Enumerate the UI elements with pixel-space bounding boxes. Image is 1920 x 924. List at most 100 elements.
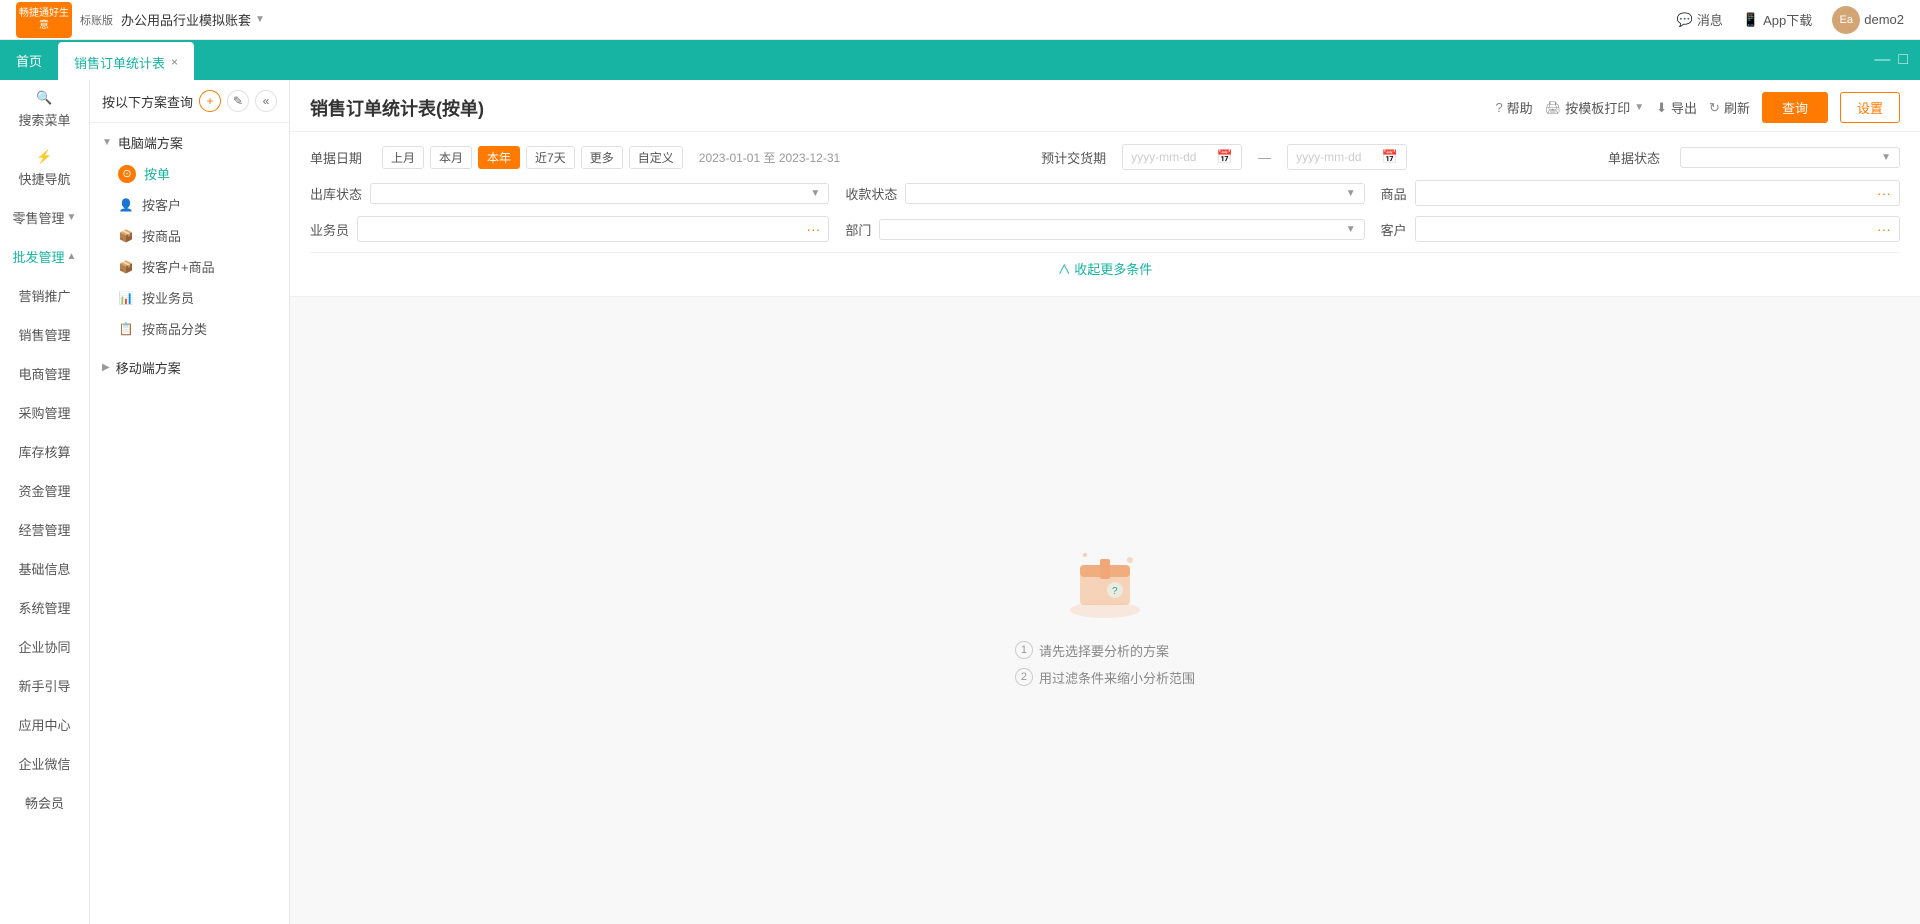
svg-text:?: ? (1112, 586, 1118, 597)
tab-home[interactable]: 首页 (0, 40, 58, 80)
sidebar-item-basic-info[interactable]: 基础信息 (0, 549, 89, 588)
print-icon: 🖨 (1545, 100, 1562, 116)
salesperson-select[interactable]: ··· (357, 216, 829, 242)
edit-scheme-btn[interactable]: ✎ (227, 90, 249, 112)
calendar-start-icon: 📅 (1217, 149, 1233, 165)
sidebar-item-apps[interactable]: 应用中心 (0, 705, 89, 744)
export-btn[interactable]: ⬇ 导出 (1656, 98, 1697, 117)
status-select-arrow-icon: ▼ (1881, 152, 1891, 163)
status-label: 单据状态 (1608, 148, 1664, 167)
sidebar: 🔍 搜索菜单 ⚡ 快捷导航 零售管理 ▼ 批发管理 ▲ 营销推广 销售管理 电商… (0, 80, 90, 924)
content-area: 按以下方案查询 + ✎ « ▼ 电脑端方案 ⊙ 按单 👤 按客户 (90, 80, 1920, 924)
sidebar-item-finance[interactable]: 资金管理 (0, 471, 89, 510)
sidebar-item-wechat[interactable]: 企业微信 (0, 744, 89, 783)
user-profile[interactable]: Ea demo2 (1832, 6, 1904, 34)
empty-illustration: ? (1055, 535, 1155, 625)
expected-date-start-input[interactable]: yyyy-mm-dd 📅 (1122, 144, 1242, 170)
sidebar-item-system[interactable]: 系统管理 (0, 588, 89, 627)
goods-field: 商品 ··· (1381, 180, 1900, 206)
scheme-group-mobile-header[interactable]: ▶ 移动端方案 (90, 352, 289, 383)
payment-status-select[interactable]: ▼ (905, 183, 1364, 204)
sidebar-item-wholesale[interactable]: 批发管理 ▲ (0, 237, 89, 276)
this-year-btn[interactable]: 本年 (478, 146, 520, 169)
help-btn[interactable]: ? 帮助 (1495, 98, 1532, 117)
tab-sales-order-stats[interactable]: 销售订单统计表 × (58, 42, 194, 82)
sidebar-item-marketing[interactable]: 营销推广 (0, 276, 89, 315)
sidebar-item-quicknav[interactable]: ⚡ 快捷导航 (0, 139, 89, 198)
logo-subtitle: 标账版 (80, 12, 113, 28)
refresh-icon: ↻ (1709, 100, 1720, 116)
scheme-group-desktop-header[interactable]: ▼ 电脑端方案 (90, 127, 289, 158)
scheme-item-by-customer[interactable]: 👤 按客户 (90, 189, 289, 220)
prev-month-btn[interactable]: 上月 (382, 146, 424, 169)
scheme-item-by-customer-goods[interactable]: 📦 按客户+商品 (90, 251, 289, 282)
empty-state: ? 1 请先选择要分析的方案 2 (290, 297, 1920, 924)
out-status-field: 出库状态 ▼ (310, 183, 829, 204)
refresh-btn[interactable]: ↻ 刷新 (1709, 98, 1750, 117)
payment-status-field: 收款状态 ▼ (845, 183, 1364, 204)
topbar-right: 💬 消息 📱 App下载 Ea demo2 (1677, 6, 1904, 34)
logo: 畅捷通好生意 (16, 2, 72, 38)
template-print-btn[interactable]: 🖨 按模板打印 ▼ (1545, 98, 1644, 117)
sidebar-item-member[interactable]: 畅会员 (0, 783, 89, 822)
scheme-panel-header: 按以下方案查询 + ✎ « (90, 80, 289, 123)
salesperson-more-icon[interactable]: ··· (806, 221, 820, 237)
scheme-panel-title: 按以下方案查询 (102, 92, 193, 111)
sidebar-item-purchase[interactable]: 采购管理 (0, 393, 89, 432)
app-download-btn[interactable]: 📱 App下载 (1743, 10, 1812, 29)
expected-date-label: 预计交货期 (1041, 148, 1106, 167)
filter-row-3: 业务员 ··· 部门 ▼ 客户 (310, 216, 1900, 242)
status-select[interactable]: ▼ (1680, 147, 1900, 168)
tab-minimize-icon[interactable]: — (1874, 51, 1890, 69)
scheme-group-mobile: ▶ 移动端方案 (90, 348, 289, 387)
collapse-filter-btn[interactable]: ∧ 收起更多条件 (310, 253, 1900, 284)
sidebar-item-search[interactable]: 🔍 搜索菜单 (0, 80, 89, 139)
sidebar-item-inventory[interactable]: 库存核算 (0, 432, 89, 471)
sidebar-item-operations[interactable]: 经营管理 (0, 510, 89, 549)
sidebar-item-ecommerce[interactable]: 电商管理 (0, 354, 89, 393)
message-icon: 💬 (1677, 12, 1693, 28)
add-scheme-btn[interactable]: + (199, 90, 221, 112)
sidebar-item-enterprise[interactable]: 企业协同 (0, 627, 89, 666)
tab-maximize-icon[interactable]: □ (1898, 51, 1908, 69)
salesperson-icon: 📊 (118, 290, 134, 306)
this-month-btn[interactable]: 本月 (430, 146, 472, 169)
tab-close-icon[interactable]: × (171, 55, 178, 69)
scheme-item-by-goods[interactable]: 📦 按商品 (90, 220, 289, 251)
goods-select[interactable]: ··· (1415, 180, 1900, 206)
triangle-down-icon: ▼ (102, 137, 112, 148)
custom-date-btn[interactable]: 自定义 (629, 146, 683, 169)
out-status-select[interactable]: ▼ (370, 183, 829, 204)
department-label: 部门 (845, 220, 871, 239)
sidebar-item-retail[interactable]: 零售管理 ▼ (0, 198, 89, 237)
customer-select[interactable]: ··· (1415, 216, 1900, 242)
calendar-end-icon: 📅 (1382, 149, 1398, 165)
out-status-label: 出库状态 (310, 184, 362, 203)
set-button[interactable]: 设置 (1840, 92, 1900, 123)
sidebar-item-sales[interactable]: 销售管理 (0, 315, 89, 354)
topbar: 畅捷通好生意 标账版 办公用品行业模拟账套 ▼ 💬 消息 📱 App下载 Ea … (0, 0, 1920, 40)
department-select[interactable]: ▼ (879, 219, 1364, 240)
scheme-group-desktop: ▼ 电脑端方案 ⊙ 按单 👤 按客户 📦 按商品 📦 按客户+商品 (90, 123, 289, 348)
department-field: 部门 ▼ (845, 219, 1364, 240)
empty-tip-1: 1 请先选择要分析的方案 (1015, 641, 1195, 660)
export-icon: ⬇ (1656, 100, 1667, 116)
message-btn[interactable]: 💬 消息 (1677, 10, 1723, 29)
query-button[interactable]: 查询 (1762, 92, 1828, 123)
customer-more-icon[interactable]: ··· (1877, 221, 1891, 237)
scheme-panel: 按以下方案查询 + ✎ « ▼ 电脑端方案 ⊙ 按单 👤 按客户 (90, 80, 290, 924)
empty-tips: 1 请先选择要分析的方案 2 用过滤条件来缩小分析范围 (1015, 641, 1195, 687)
date-label: 单据日期 (310, 148, 366, 167)
scheme-item-by-category[interactable]: 📋 按商品分类 (90, 313, 289, 344)
goods-more-icon[interactable]: ··· (1877, 185, 1891, 201)
scheme-item-by-order[interactable]: ⊙ 按单 (90, 158, 289, 189)
customer-label: 客户 (1381, 220, 1407, 239)
app-selector[interactable]: 办公用品行业模拟账套 ▼ (121, 10, 265, 29)
expected-date-end-input[interactable]: yyyy-mm-dd 📅 (1287, 144, 1407, 170)
scheme-item-by-salesperson[interactable]: 📊 按业务员 (90, 282, 289, 313)
7days-btn[interactable]: 近7天 (526, 146, 575, 169)
customer-field: 客户 ··· (1381, 216, 1900, 242)
more-date-btn[interactable]: 更多 (581, 146, 623, 169)
collapse-panel-btn[interactable]: « (255, 90, 277, 112)
sidebar-item-newbie[interactable]: 新手引导 (0, 666, 89, 705)
